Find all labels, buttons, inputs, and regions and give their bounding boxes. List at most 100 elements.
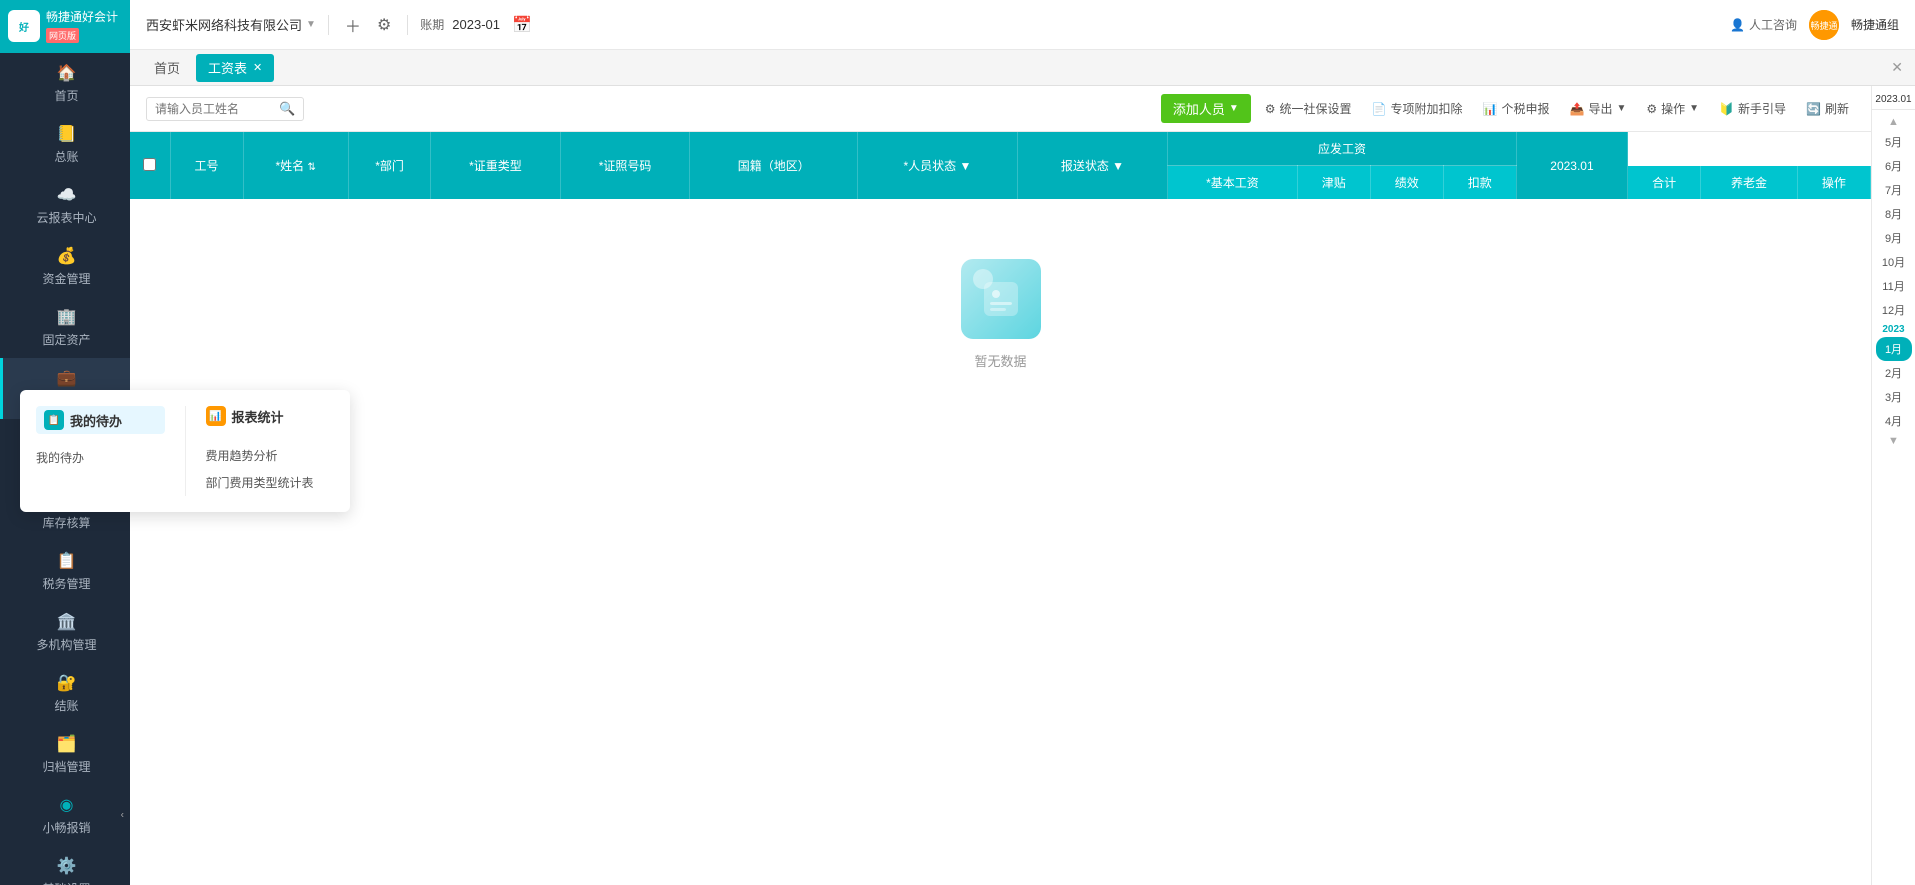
logo-badge: 网页版: [46, 28, 79, 43]
social-security-button[interactable]: ⚙ 统一社保设置: [1259, 96, 1358, 121]
salary-table: 工号 *姓名 ⇅ *部门 *证重类型 *证照号码 国籍（地区） *人员状态 ▼ …: [130, 132, 1871, 199]
timeline-item-3[interactable]: 3月: [1872, 385, 1915, 409]
search-icon[interactable]: 🔍: [279, 101, 295, 117]
timeline-item-5[interactable]: 5月: [1872, 130, 1915, 154]
timeline-item-12[interactable]: 12月: [1872, 298, 1915, 322]
export-arrow-icon: ▼: [1616, 103, 1626, 114]
sidebar-item-closing[interactable]: 🔐 结账: [0, 663, 130, 724]
th-id-number: *证照号码: [560, 132, 690, 199]
add-person-dropdown-icon: ▼: [1229, 103, 1239, 114]
tab-salary-label: 工资表: [208, 58, 247, 77]
company-selector[interactable]: 西安虾米网络科技有限公司 ▼: [146, 15, 316, 34]
timeline-year-2023: 2023: [1882, 322, 1904, 337]
select-all-checkbox[interactable]: [143, 158, 156, 171]
topbar-right: 👤 人工咨询 畅捷通 畅捷通组: [1730, 10, 1899, 40]
refresh-button[interactable]: 🔄 刷新: [1800, 96, 1855, 121]
sidebar-item-tax[interactable]: 📋 税务管理: [0, 541, 130, 602]
timeline-item-10[interactable]: 10月: [1872, 250, 1915, 274]
service-label: 人工咨询: [1749, 16, 1797, 33]
sidebar-item-basic[interactable]: ⚙️ 基础设置: [0, 846, 130, 885]
tax-report-button[interactable]: 📊 个税申报: [1477, 96, 1556, 121]
closing-icon: 🔐: [57, 673, 77, 693]
sidebar-item-xiaochang[interactable]: ◉ 小畅报销 ‹: [0, 785, 130, 846]
logo-text-block: 畅捷通好会计 网页版: [46, 10, 118, 43]
th-basic-salary: *基本工资: [1168, 166, 1298, 200]
th-job-number: 工号: [170, 132, 243, 199]
timeline-item-6[interactable]: 6月: [1872, 154, 1915, 178]
timeline-item-9[interactable]: 9月: [1872, 226, 1915, 250]
timeline-item-7[interactable]: 7月: [1872, 178, 1915, 202]
sidebar-item-multi-org[interactable]: 🏛️ 多机构管理: [0, 602, 130, 663]
sidebar-item-ledger[interactable]: 📒 总账: [0, 114, 130, 175]
timeline-down-button[interactable]: ▼: [1886, 433, 1901, 449]
popup-section: 📋 我的待办 我的待办 📊 报表统计 费用趋势分析 部门费用类型统计表: [36, 406, 334, 496]
sidebar-label-closing: 结账: [54, 697, 78, 714]
logo-icon: 好: [8, 10, 40, 42]
popup-col2-title: 📊 报表统计: [206, 406, 335, 432]
sidebar-item-home[interactable]: 🏠 首页: [0, 53, 130, 114]
timeline-item-2[interactable]: 2月: [1872, 361, 1915, 385]
tab-salary-table[interactable]: 工资表 ✕: [196, 54, 274, 82]
company-dropdown-icon: ▼: [306, 19, 316, 30]
th-checkbox: [130, 132, 170, 199]
th-operation: 操作: [1797, 166, 1870, 200]
popup-icon-2: 📊: [206, 406, 226, 426]
sidebar-label-xiaochang: 小畅报销: [42, 819, 90, 836]
new-guide-icon: 🔰: [1719, 102, 1734, 116]
search-input[interactable]: [155, 102, 275, 116]
add-person-label: 添加人员: [1173, 99, 1225, 118]
tab-close-icon[interactable]: ✕: [253, 61, 262, 74]
new-guide-label: 新手引导: [1738, 100, 1786, 117]
period-value: 2023-01: [452, 17, 500, 32]
tab-close-right[interactable]: ✕: [1891, 59, 1903, 76]
sidebar-label-archive: 归档管理: [42, 758, 90, 775]
popup-divider: [185, 406, 186, 496]
new-guide-button[interactable]: 🔰 新手引导: [1713, 96, 1792, 121]
service-icon: 👤: [1730, 18, 1745, 32]
sidebar-item-archive[interactable]: 🗂️ 归档管理: [0, 724, 130, 785]
timeline-item-8[interactable]: 8月: [1872, 202, 1915, 226]
service-button[interactable]: 👤 人工咨询: [1730, 16, 1797, 33]
timeline-item-4[interactable]: 4月: [1872, 409, 1915, 433]
timeline-item-1[interactable]: 1月: [1876, 337, 1912, 361]
add-company-button[interactable]: ＋: [341, 9, 365, 41]
th-report-status: 报送状态 ▼: [1017, 132, 1167, 199]
add-person-button[interactable]: 添加人员 ▼: [1161, 94, 1251, 123]
tax-report-label: 个税申报: [1501, 100, 1549, 117]
th-date-col: 2023.01: [1516, 132, 1627, 199]
close-page-icon[interactable]: ✕: [1891, 59, 1903, 75]
special-deduction-button[interactable]: 📄 专项附加扣除: [1366, 96, 1469, 121]
popup-col-1: 📋 我的待办 我的待办: [36, 406, 165, 496]
company-name: 西安虾米网络科技有限公司: [146, 15, 302, 34]
topbar-divider-2: [407, 15, 408, 35]
popup-item-dept-cost[interactable]: 部门费用类型统计表: [206, 469, 335, 496]
export-button[interactable]: 📤 导出 ▼: [1564, 96, 1633, 121]
refresh-label: 刷新: [1825, 100, 1849, 117]
export-icon: 📤: [1570, 102, 1585, 116]
timeline-item-11[interactable]: 11月: [1872, 274, 1915, 298]
sidebar-item-cloud-report[interactable]: ☁️ 云报表中心: [0, 175, 130, 236]
sidebar-label-ledger: 总账: [54, 148, 78, 165]
th-name: *姓名 ⇅: [243, 132, 348, 199]
popup-menu[interactable]: 📋 我的待办 我的待办 📊 报表统计 费用趋势分析 部门费用类型统计表: [20, 390, 350, 512]
settings-icon[interactable]: ⚙: [373, 11, 395, 39]
cloud-icon: ☁️: [57, 185, 77, 205]
topbar: 西安虾米网络科技有限公司 ▼ ＋ ⚙ 账期 2023-01 📅 👤 人工咨询 畅…: [130, 0, 1915, 50]
operation-button[interactable]: ⚙ 操作 ▼: [1640, 96, 1705, 121]
tab-home[interactable]: 首页: [142, 54, 192, 82]
search-wrap: 🔍: [146, 97, 304, 121]
xiaochang-arrow: ‹: [121, 810, 124, 821]
table-wrap: 工号 *姓名 ⇅ *部门 *证重类型 *证照号码 国籍（地区） *人员状态 ▼ …: [130, 132, 1871, 885]
th-staff-status: *人员状态 ▼: [858, 132, 1018, 199]
sidebar-item-fund[interactable]: 💰 资金管理: [0, 236, 130, 297]
sidebar-item-assets[interactable]: 🏢 固定资产: [0, 297, 130, 358]
calendar-icon[interactable]: 📅: [508, 11, 536, 39]
timeline-up-button[interactable]: ▲: [1886, 114, 1901, 130]
popup-item-cost-trend[interactable]: 费用趋势分析: [206, 442, 335, 469]
sidebar-label-assets: 固定资产: [42, 331, 90, 348]
th-total: 合计: [1628, 166, 1701, 200]
popup-item-mytask[interactable]: 我的待办: [36, 444, 165, 471]
page-content: 🔍 添加人员 ▼ ⚙ 统一社保设置 📄 专项附加扣除: [130, 86, 1871, 885]
tabs-bar: 首页 工资表 ✕ ✕: [130, 50, 1915, 86]
period-label: 账期: [420, 16, 444, 33]
